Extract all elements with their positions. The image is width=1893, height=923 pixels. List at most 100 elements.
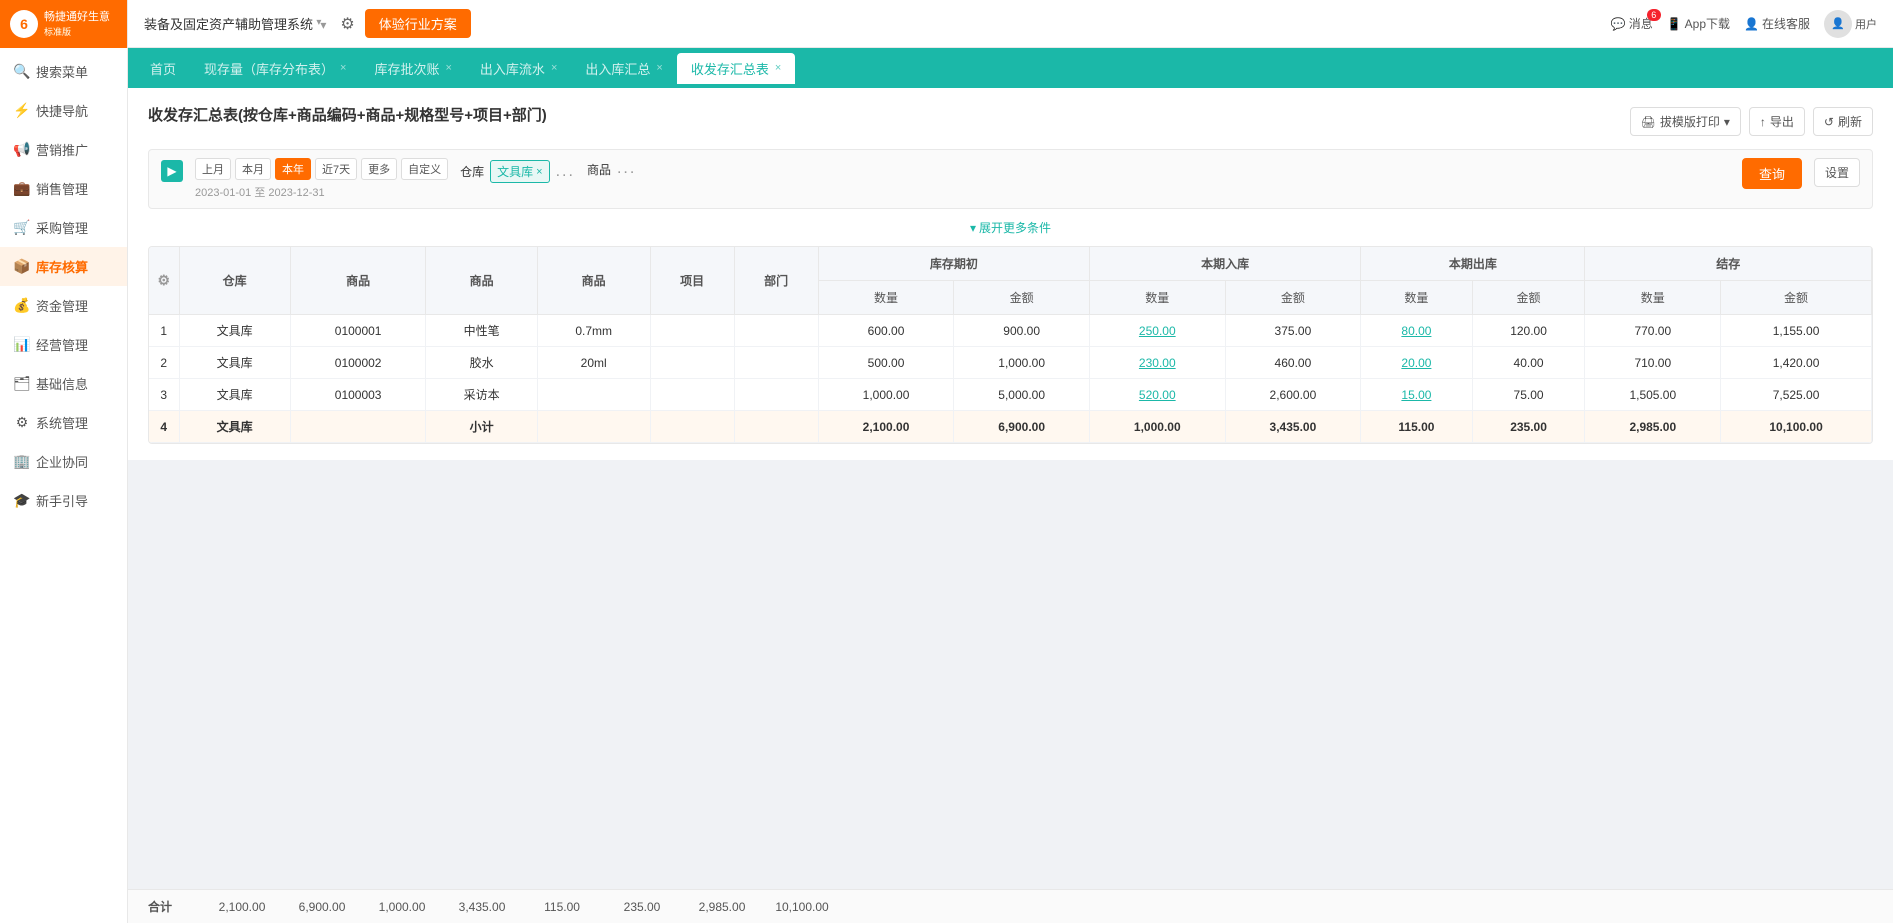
- row-in-amt: 3,435.00: [1225, 411, 1361, 443]
- quick-nav-icon: ⚡: [14, 103, 30, 119]
- online-service-label: 在线客服: [1762, 15, 1810, 32]
- sidebar-item-enterprise[interactable]: 🏢 企业协同: [0, 442, 127, 481]
- sidebar-item-label-sales: 销售管理: [36, 179, 88, 198]
- row-close-qty: 1,505.00: [1585, 379, 1721, 411]
- print-template-button[interactable]: 🖨 拔模版打印 ▾: [1630, 107, 1741, 136]
- table-settings-icon[interactable]: ⚙: [157, 272, 170, 288]
- row-code: 0100002: [290, 347, 426, 379]
- sidebar-item-base-info[interactable]: 🗂 基础信息: [0, 364, 127, 403]
- page-header: 收发存汇总表(按仓库+商品编码+商品+规格型号+项目+部门) 🖨 拔模版打印 ▾…: [148, 104, 1873, 139]
- service-icon: 👤: [1744, 17, 1759, 31]
- row-open-amt: 900.00: [954, 315, 1090, 347]
- tab-batch-account[interactable]: 库存批次账×: [360, 53, 465, 84]
- table-row: 3文具库0100003采访本1,000.005,000.00520.002,60…: [149, 379, 1872, 411]
- warehouse-label: 仓库: [460, 163, 484, 180]
- system-select-wrap[interactable]: 装备及固定资产辅助管理系统 ▾: [144, 14, 326, 33]
- sidebar-item-label-inventory: 库存核算: [36, 257, 88, 276]
- row-out-qty[interactable]: 20.00: [1361, 347, 1472, 379]
- table-footer: 合计 2,100.00 6,900.00 1,000.00 3,435.00 1…: [128, 889, 1893, 923]
- warehouse-tag[interactable]: 文具库 ×: [490, 160, 549, 183]
- sidebar-item-system[interactable]: ⚙ 系统管理: [0, 403, 127, 442]
- date-range-text: 2023-01-01 至 2023-12-31: [195, 184, 325, 200]
- date-btn-本年[interactable]: 本年: [275, 158, 311, 180]
- row-out-qty[interactable]: 15.00: [1361, 379, 1472, 411]
- sidebar-item-newbie[interactable]: 🎓 新手引导: [0, 481, 127, 520]
- tab-inventory-dist[interactable]: 现存量（库存分布表）×: [190, 53, 360, 84]
- sidebar-item-inventory[interactable]: 📦 库存核算: [0, 247, 127, 286]
- product-more-dots[interactable]: ...: [617, 160, 636, 178]
- row-in-qty[interactable]: 230.00: [1089, 347, 1225, 379]
- tab-home[interactable]: 首页: [136, 53, 190, 84]
- sidebar-item-operation[interactable]: 📊 经营管理: [0, 325, 127, 364]
- data-table: ⚙ 仓库 商品 商品 商品 项目 部门 库存期初 本期入库 本期出库 结存: [149, 247, 1872, 443]
- row-close-qty: 710.00: [1585, 347, 1721, 379]
- sidebar-item-sales[interactable]: 💼 销售管理: [0, 169, 127, 208]
- user-item[interactable]: 👤 用户: [1824, 10, 1877, 38]
- tab-inout-flow[interactable]: 出入库流水×: [466, 53, 571, 84]
- content-panel: 收发存汇总表(按仓库+商品编码+商品+规格型号+项目+部门) 🖨 拔模版打印 ▾…: [128, 88, 1893, 460]
- sidebar-item-label-operation: 经营管理: [36, 335, 88, 354]
- table-row: 1文具库0100001中性笔0.7mm600.00900.00250.00375…: [149, 315, 1872, 347]
- row-close-amt: 10,100.00: [1721, 411, 1872, 443]
- footer-values: 2,100.00 6,900.00 1,000.00 3,435.00 115.…: [202, 900, 1873, 914]
- col-spec-header: 商品: [537, 247, 650, 315]
- product-filter: 商品 ...: [587, 160, 636, 178]
- settings-button[interactable]: 设置: [1814, 158, 1860, 187]
- enterprise-icon: 🏢: [14, 454, 30, 470]
- expand-filter-button[interactable]: ▾ 展开更多条件: [970, 219, 1051, 236]
- tab-close-recv-send-summary[interactable]: ×: [775, 62, 781, 74]
- sidebar-item-quick-nav[interactable]: ⚡ 快捷导航: [0, 91, 127, 130]
- phone-icon: 📱: [1667, 17, 1682, 31]
- row-in-qty[interactable]: 250.00: [1089, 315, 1225, 347]
- row-project: [650, 411, 734, 443]
- message-item[interactable]: 💬 消息 6: [1611, 15, 1653, 32]
- sidebar-nav: 🔍 搜索菜单 ⚡ 快捷导航 📢 营销推广 💼 销售管理 🛒 采购管理 📦 库存核…: [0, 48, 127, 923]
- row-open-amt: 1,000.00: [954, 347, 1090, 379]
- row-out-qty[interactable]: 80.00: [1361, 315, 1472, 347]
- tab-close-inout-flow[interactable]: ×: [551, 62, 557, 74]
- query-button[interactable]: 查询: [1742, 158, 1802, 189]
- col-settings-header: ⚙: [149, 247, 179, 315]
- sidebar-item-marketing[interactable]: 📢 营销推广: [0, 130, 127, 169]
- date-btn-自定义[interactable]: 自定义: [401, 158, 448, 180]
- date-btn-上月[interactable]: 上月: [195, 158, 231, 180]
- col-close-qty-header: 数量: [1585, 281, 1721, 315]
- row-in-amt: 460.00: [1225, 347, 1361, 379]
- expand-filter-row: ▾ 展开更多条件: [148, 219, 1873, 236]
- row-in-qty[interactable]: 520.00: [1089, 379, 1225, 411]
- app-download-item[interactable]: 📱 App下载: [1667, 15, 1730, 32]
- date-btn-更多[interactable]: 更多: [361, 158, 397, 180]
- tab-label-inout-summary: 出入库汇总: [585, 59, 650, 78]
- print-template-label: 拔模版打印: [1660, 113, 1720, 130]
- topbar-gear-icon[interactable]: ⚙: [340, 14, 354, 34]
- refresh-button[interactable]: ↺ 刷新: [1813, 107, 1873, 136]
- avatar: 👤: [1824, 10, 1852, 38]
- tab-close-inventory-dist[interactable]: ×: [340, 62, 346, 74]
- sidebar-item-search[interactable]: 🔍 搜索菜单: [0, 52, 127, 91]
- sidebar-item-purchase[interactable]: 🛒 采购管理: [0, 208, 127, 247]
- tab-recv-send-summary[interactable]: 收发存汇总表×: [677, 53, 795, 84]
- filter-expand-arrow[interactable]: ▶: [161, 160, 183, 182]
- trial-button[interactable]: 体验行业方案: [365, 9, 471, 38]
- warehouse-tag-close[interactable]: ×: [536, 166, 542, 178]
- footer-open-amt: 6,900.00: [282, 900, 362, 914]
- row-spec: [537, 411, 650, 443]
- sidebar-item-finance[interactable]: 💰 资金管理: [0, 286, 127, 325]
- page-title: 收发存汇总表(按仓库+商品编码+商品+规格型号+项目+部门): [148, 104, 547, 125]
- warehouse-more-dots[interactable]: ...: [556, 163, 575, 181]
- row-out-amt: 235.00: [1472, 411, 1585, 443]
- col-in-amt-header: 金额: [1225, 281, 1361, 315]
- date-filter-buttons: 上月本月本年近7天更多自定义: [195, 158, 448, 180]
- date-btn-本月[interactable]: 本月: [235, 158, 271, 180]
- tab-inout-summary[interactable]: 出入库汇总 ×: [571, 53, 676, 84]
- row-no: 2: [149, 347, 179, 379]
- tabbar: 首页现存量（库存分布表）×库存批次账×出入库流水×出入库汇总×收发存汇总表×: [128, 48, 1893, 88]
- tab-close-inout-summary[interactable]: ×: [656, 62, 662, 74]
- table-row: 4文具库小计2,100.006,900.001,000.003,435.0011…: [149, 411, 1872, 443]
- expand-icon: ▾: [970, 221, 976, 235]
- tab-close-batch-account[interactable]: ×: [445, 62, 451, 74]
- row-spec: 20ml: [537, 347, 650, 379]
- export-button[interactable]: ↑ 导出: [1749, 107, 1805, 136]
- date-btn-近7天[interactable]: 近7天: [315, 158, 357, 180]
- online-service-item[interactable]: 👤 在线客服: [1744, 15, 1810, 32]
